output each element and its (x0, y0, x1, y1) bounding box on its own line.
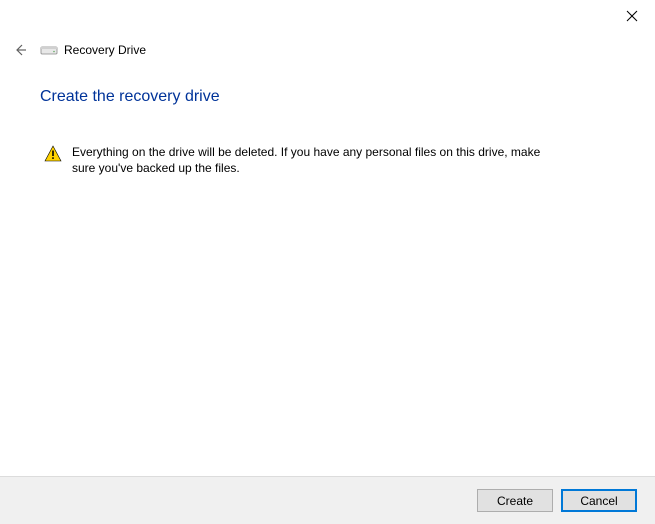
back-button[interactable] (10, 40, 30, 60)
footer: Create Cancel (0, 476, 655, 524)
wizard-header: Recovery Drive (0, 30, 655, 60)
drive-icon (40, 43, 58, 57)
warning-text: Everything on the drive will be deleted.… (72, 144, 562, 176)
titlebar (0, 0, 655, 30)
close-button[interactable] (617, 4, 647, 28)
cancel-button[interactable]: Cancel (561, 489, 637, 512)
create-button[interactable]: Create (477, 489, 553, 512)
warning-icon (44, 145, 62, 166)
warning-message: Everything on the drive will be deleted.… (40, 144, 615, 176)
back-arrow-icon (12, 42, 28, 58)
page-title: Create the recovery drive (40, 88, 615, 106)
close-icon (626, 10, 638, 22)
content-area: Create the recovery drive Everything on … (0, 60, 655, 176)
header-title: Recovery Drive (64, 43, 146, 57)
